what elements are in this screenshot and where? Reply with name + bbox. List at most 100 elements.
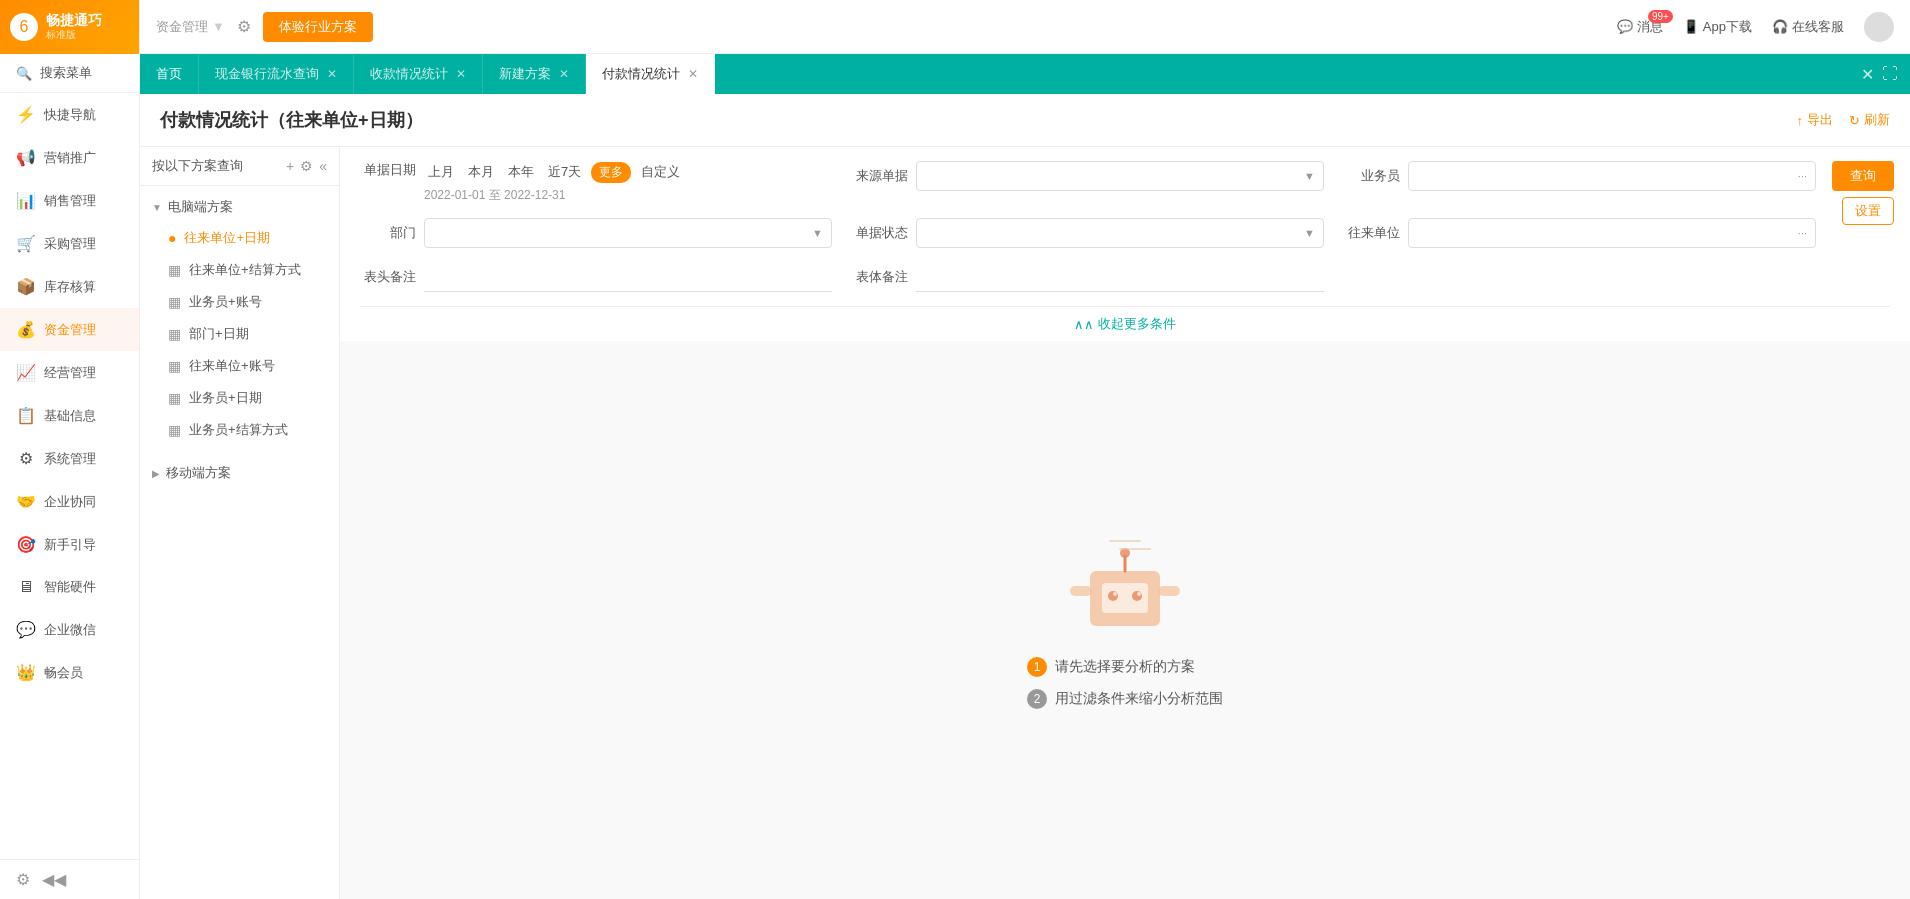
collapse-filters-button[interactable]: ∧∧ 收起更多条件 [360, 306, 1890, 341]
settings-footer-icon[interactable]: ⚙ [16, 870, 30, 889]
sidebar-footer: ⚙ ◀◀ [0, 859, 139, 899]
hardware-icon: 🖥 [16, 578, 36, 596]
sidebar-item-label: 经营管理 [44, 364, 96, 382]
trial-button[interactable]: 体验行业方案 [263, 12, 373, 42]
sales-icon: 📊 [16, 191, 36, 210]
scheme-group-desktop: ▼ 电脑端方案 ● 往来单位+日期 ▦ 往来单位+结算方式 ▦ 业务员+账号 ▦ [140, 186, 339, 452]
cooperation-icon: 🤝 [16, 492, 36, 511]
phone-icon: 📱 [1683, 19, 1699, 34]
empty-state: 1 请先选择要分析的方案 2 用过滤条件来缩小分析范围 [340, 341, 1910, 899]
sidebar-item-purchase[interactable]: 🛒 采购管理 [0, 222, 139, 265]
tab-bank-flow[interactable]: 现金银行流水查询 ✕ [199, 54, 354, 94]
sidebar-item-quick-nav[interactable]: ⚡ 快捷导航 [0, 93, 139, 136]
sidebar-item-system[interactable]: ⚙ 系统管理 [0, 437, 139, 480]
scheme-settings-icon[interactable]: ⚙ [300, 158, 313, 174]
date-label: 单据日期 [356, 161, 416, 179]
scheme-group-desktop-header[interactable]: ▼ 电脑端方案 [140, 192, 339, 222]
sidebar-item-basic[interactable]: 📋 基础信息 [0, 394, 139, 437]
sidebar-item-finance[interactable]: 💰 资金管理 [0, 308, 139, 351]
dept-control[interactable]: ▼ [424, 218, 832, 248]
sidebar-item-member[interactable]: 👑 畅会员 [0, 651, 139, 694]
sidebar-item-label: 系统管理 [44, 450, 96, 468]
source-control[interactable]: ▼ [916, 161, 1324, 191]
collapse-sidebar-icon[interactable]: ◀◀ [42, 870, 66, 889]
tab-bank-flow-close[interactable]: ✕ [327, 67, 337, 81]
query-button[interactable]: 查询 [1832, 161, 1894, 191]
page-title: 付款情况统计（往来单位+日期） [160, 108, 423, 132]
message-badge: 99+ [1648, 10, 1673, 23]
messages-item[interactable]: 💬 消息 99+ [1617, 18, 1663, 36]
marketing-icon: 📢 [16, 148, 36, 167]
scheme-group-mobile-header[interactable]: ▶ 移动端方案 [140, 458, 339, 488]
scheme-item-5[interactable]: ▦ 业务员+日期 [140, 382, 339, 414]
empty-illustration [1060, 531, 1190, 641]
sidebar-item-guide[interactable]: 🎯 新手引导 [0, 523, 139, 566]
tab-payment-stats-close[interactable]: ✕ [456, 67, 466, 81]
date-tab-this-year[interactable]: 本年 [504, 161, 538, 183]
scheme-item-1[interactable]: ▦ 往来单位+结算方式 [140, 254, 339, 286]
scheme-item-3[interactable]: ▦ 部门+日期 [140, 318, 339, 350]
scheme-item-6[interactable]: ▦ 业务员+结算方式 [140, 414, 339, 446]
tab-new-scheme-close[interactable]: ✕ [559, 67, 569, 81]
settings-button[interactable]: 设置 [1842, 197, 1894, 225]
message-icon: 💬 [1617, 19, 1633, 34]
guide-icon: 🎯 [16, 535, 36, 554]
date-tab-7days[interactable]: 近7天 [544, 161, 585, 183]
refresh-label: 刷新 [1864, 111, 1890, 129]
sidebar-item-operation[interactable]: 📈 经营管理 [0, 351, 139, 394]
sidebar-item-wechat[interactable]: 💬 企业微信 [0, 608, 139, 651]
user-avatar[interactable] [1864, 12, 1894, 42]
close-tab-icon[interactable]: ✕ [1861, 65, 1874, 84]
add-scheme-button[interactable]: + [286, 158, 294, 174]
breadcrumb-arrow: ▼ [212, 19, 225, 34]
tab-new-scheme[interactable]: 新建方案 ✕ [483, 54, 586, 94]
tab-payment-stats[interactable]: 收款情况统计 ✕ [354, 54, 483, 94]
basic-icon: 📋 [16, 406, 36, 425]
scheme-item-4[interactable]: ▦ 往来单位+账号 [140, 350, 339, 382]
sidebar-item-inventory[interactable]: 📦 库存核算 [0, 265, 139, 308]
partner-label: 往来单位 [1340, 224, 1400, 242]
collapse-up-icon: ∧∧ [1074, 317, 1094, 332]
tab-home[interactable]: 首页 [140, 54, 199, 94]
collapse-scheme-icon[interactable]: « [319, 158, 327, 174]
scheme-item-icon-2: ▦ [168, 294, 181, 310]
sidebar-item-label: 企业微信 [44, 621, 96, 639]
tab-pay-stats-close[interactable]: ✕ [688, 67, 698, 81]
scheme-item-2[interactable]: ▦ 业务员+账号 [140, 286, 339, 318]
dept-label: 部门 [356, 224, 416, 242]
filter-cell-partner: 往来单位 ··· [1340, 218, 1816, 248]
sidebar-item-marketing[interactable]: 📢 营销推广 [0, 136, 139, 179]
maximize-icon[interactable]: ⛶ [1882, 65, 1898, 83]
sidebar-item-cooperation[interactable]: 🤝 企业协同 [0, 480, 139, 523]
app-download-item[interactable]: 📱 App下载 [1683, 18, 1752, 36]
svg-point-5 [1137, 592, 1141, 596]
sidebar-item-label: 采购管理 [44, 235, 96, 253]
export-button[interactable]: ↑ 导出 [1797, 111, 1834, 129]
system-icon: ⚙ [16, 449, 36, 468]
body-note-label: 表体备注 [848, 268, 908, 286]
scheme-group-mobile-label: 移动端方案 [166, 464, 231, 482]
sidebar-item-sales[interactable]: 📊 销售管理 [0, 179, 139, 222]
body-note-input[interactable] [916, 262, 1324, 292]
doc-status-control[interactable]: ▼ [916, 218, 1324, 248]
sidebar-item-label: 快捷导航 [44, 106, 96, 124]
tab-pay-stats[interactable]: 付款情况统计 ✕ [586, 54, 715, 94]
refresh-button[interactable]: ↻ 刷新 [1849, 111, 1890, 129]
scheme-panel: 按以下方案查询 + ⚙ « ▼ 电脑端方案 ● 往来单位+日期 ▦ [140, 147, 340, 899]
salesman-control[interactable]: ··· [1408, 161, 1816, 191]
sidebar-item-label: 智能硬件 [44, 578, 96, 596]
header-note-input[interactable] [424, 262, 832, 292]
scheme-item-0[interactable]: ● 往来单位+日期 [140, 222, 339, 254]
date-tab-this-month[interactable]: 本月 [464, 161, 498, 183]
date-tab-custom[interactable]: 自定义 [637, 161, 684, 183]
online-service-item[interactable]: 🎧 在线客服 [1772, 18, 1844, 36]
date-tab-more[interactable]: 更多 [591, 162, 631, 183]
sidebar-item-hardware[interactable]: 🖥 智能硬件 [0, 566, 139, 608]
partner-control[interactable]: ··· [1408, 218, 1816, 248]
salesman-label: 业务员 [1340, 167, 1400, 185]
topbar-settings-icon[interactable]: ⚙ [237, 17, 251, 36]
filter-cell-salesman: 业务员 ··· [1340, 161, 1816, 191]
date-tab-last-month[interactable]: 上月 [424, 161, 458, 183]
sidebar-search[interactable]: 🔍 搜索菜单 [0, 54, 139, 93]
page-actions: ↑ 导出 ↻ 刷新 [1797, 111, 1891, 129]
